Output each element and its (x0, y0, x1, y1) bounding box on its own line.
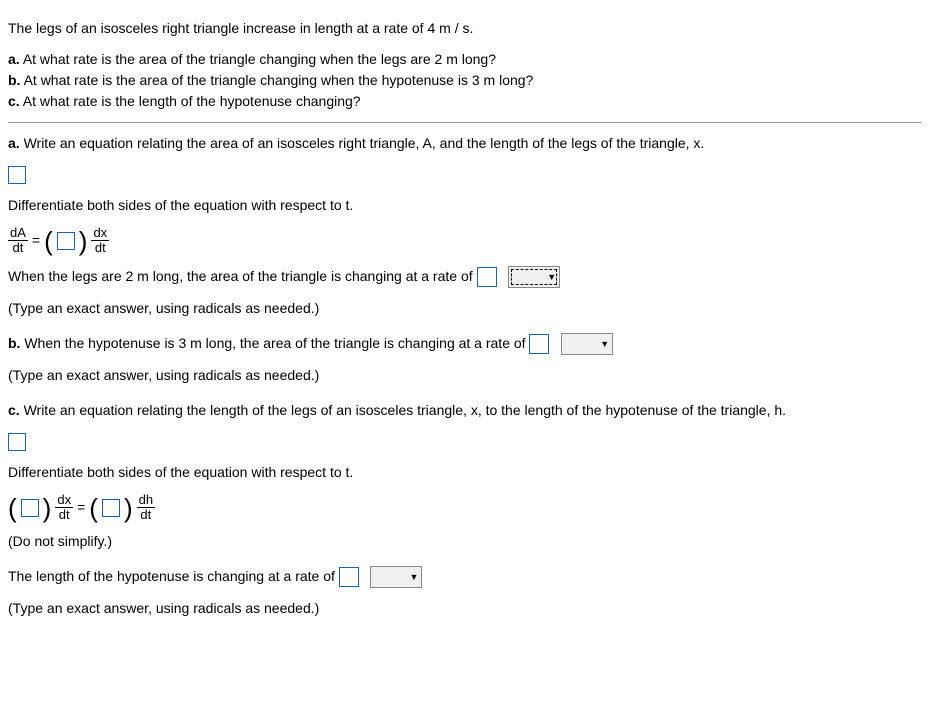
part-a-diff-prompt: Differentiate both sides of the equation… (8, 195, 921, 216)
part-c-diff-prompt: Differentiate both sides of the equation… (8, 462, 921, 483)
part-c-left-coeff-input[interactable] (21, 499, 39, 517)
part-a-prompt: a. Write an equation relating the area o… (8, 133, 921, 154)
part-a-hint: (Type an exact answer, using radicals as… (8, 298, 921, 319)
part-b-text: When the hypotenuse is 3 m long, the are… (24, 335, 525, 351)
part-a-rate-unit-select[interactable] (508, 266, 560, 288)
part-c-diff-equation: ( ) dx dt = ( ) dh dt (8, 493, 921, 523)
part-c-right-coeff-input[interactable] (102, 499, 120, 517)
part-a-rate-text: When the legs are 2 m long, the area of … (8, 268, 473, 284)
part-b-rate-input[interactable] (529, 334, 549, 354)
divider (8, 122, 921, 123)
part-a-diff-equation: dA dt = ( ) dx dt (8, 226, 921, 256)
part-a-area-equation-input[interactable] (8, 166, 26, 184)
problem-part-c: c. At what rate is the length of the hyp… (8, 91, 921, 112)
part-b-rate-unit-select[interactable] (561, 333, 613, 355)
part-a-diff-coeff-input[interactable] (57, 232, 75, 250)
part-c-rate-unit-select[interactable] (370, 566, 422, 588)
part-c-prompt: c. Write an equation relating the length… (8, 400, 921, 421)
part-a-rate-input[interactable] (477, 267, 497, 287)
part-c-rate-input[interactable] (339, 567, 359, 587)
problem-part-a: a. a. At what rate is the area of the tr… (8, 49, 921, 70)
part-c-final-text: The length of the hypotenuse is changing… (8, 568, 335, 584)
part-b-label: b. (8, 335, 20, 351)
part-c-hint: (Type an exact answer, using radicals as… (8, 598, 921, 619)
problem-part-b: b. At what rate is the area of the trian… (8, 70, 921, 91)
part-c-relation-input[interactable] (8, 433, 26, 451)
part-b-hint: (Type an exact answer, using radicals as… (8, 365, 921, 386)
problem-stem: The legs of an isosceles right triangle … (8, 18, 921, 39)
part-c-do-not-simplify: (Do not simplify.) (8, 531, 921, 552)
